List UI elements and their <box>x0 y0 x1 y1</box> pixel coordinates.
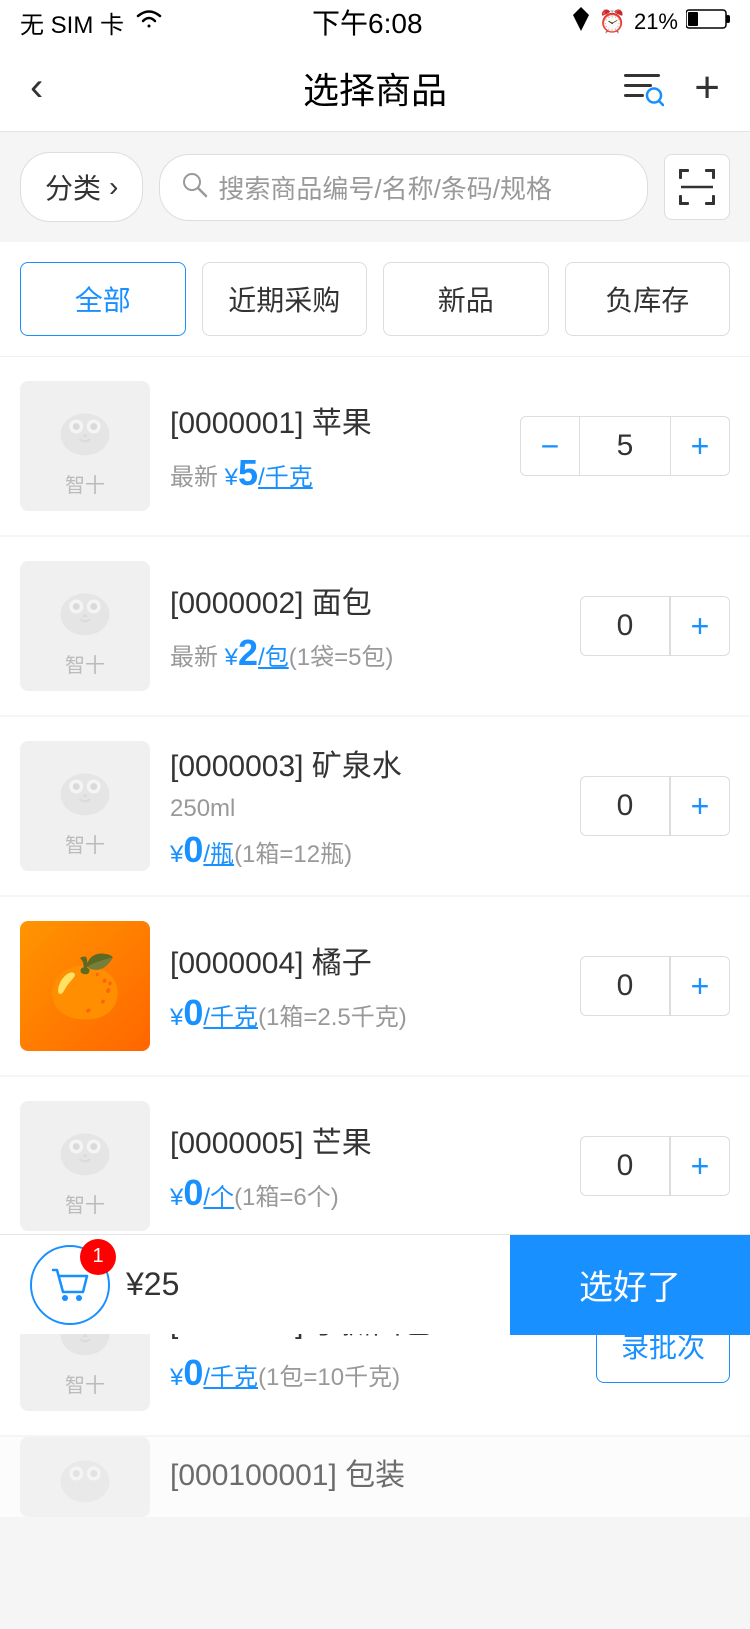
nav-right: + <box>620 63 720 113</box>
product-info: [000100001] 包装 <box>170 1450 730 1504</box>
quantity-increase-button[interactable]: + <box>670 416 730 476</box>
quantity-input[interactable] <box>580 776 670 836</box>
back-button[interactable]: ‹ <box>30 65 43 110</box>
product-spec: 250ml <box>170 795 560 823</box>
quantity-control: + <box>580 596 730 656</box>
cart-section: 1 ¥25 <box>0 1245 510 1325</box>
product-image: 智十 <box>20 741 150 871</box>
tab-recent[interactable]: 近期采购 <box>202 262 368 336</box>
tab-all[interactable]: 全部 <box>20 262 186 336</box>
product-price: 最新 ¥2/包(1袋=5包) <box>170 632 560 674</box>
quantity-input[interactable] <box>580 1136 670 1196</box>
product-image: 智十 <box>20 561 150 691</box>
sim-status: 无 SIM 卡 <box>20 5 124 40</box>
quantity-control: + <box>580 1136 730 1196</box>
product-info: [0000002] 面包 最新 ¥2/包(1袋=5包) <box>170 578 560 674</box>
quantity-decrease-button[interactable]: − <box>520 416 580 476</box>
list-item: 智十 [0000002] 面包 最新 ¥2/包(1袋=5包) + <box>0 537 750 715</box>
filter-button[interactable] <box>620 64 664 111</box>
tab-recent-label: 近期采购 <box>228 285 340 316</box>
product-price: ¥0/个(1箱=6个) <box>170 1172 560 1214</box>
nav-left: ‹ <box>30 65 43 110</box>
search-bar[interactable]: 搜索商品编号/名称/条码/规格 <box>159 154 648 221</box>
product-price: ¥0/千克(1箱=2.5千克) <box>170 992 560 1034</box>
category-label: 分类 <box>45 167 101 207</box>
quantity-control: − + <box>520 416 730 476</box>
product-image: 🍊 <box>20 921 150 1051</box>
quantity-input[interactable] <box>580 416 670 476</box>
quantity-increase-button[interactable]: + <box>670 956 730 1016</box>
list-item: 智十 [0000003] 矿泉水 250ml ¥0/瓶(1箱=12瓶) + <box>0 717 750 895</box>
add-button[interactable]: + <box>694 63 720 113</box>
product-name: [0000002] 面包 <box>170 578 560 622</box>
scan-button[interactable] <box>664 154 730 220</box>
product-info: [0000005] 芒果 ¥0/个(1箱=6个) <box>170 1118 560 1214</box>
cart-badge: 1 <box>80 1239 116 1275</box>
product-price: ¥0/瓶(1箱=12瓶) <box>170 829 560 871</box>
status-bar: 无 SIM 卡 下午6:08 ⏰ 21% <box>0 0 750 44</box>
product-image: 智十 <box>20 381 150 511</box>
tab-new[interactable]: 新品 <box>383 262 549 336</box>
tab-negative-label: 负库存 <box>605 285 689 316</box>
product-name: [000100001] 包装 <box>170 1450 730 1494</box>
product-price: 最新 ¥5/千克 <box>170 452 500 494</box>
quantity-increase-button[interactable]: + <box>670 596 730 656</box>
product-name: [0000005] 芒果 <box>170 1118 560 1162</box>
product-name: [0000004] 橘子 <box>170 938 560 982</box>
quantity-control: + <box>580 956 730 1016</box>
back-icon: ‹ <box>30 65 43 109</box>
tabs-row: 全部 近期采购 新品 负库存 <box>0 242 750 357</box>
product-list: 智十 [0000001] 苹果 最新 ¥5/千克 − + <box>0 357 750 1517</box>
search-icon <box>180 170 208 205</box>
location-icon <box>571 7 591 37</box>
product-name: [0000001] 苹果 <box>170 398 500 442</box>
cart-total: ¥25 <box>126 1266 179 1303</box>
nav-bar: ‹ 选择商品 + <box>0 44 750 132</box>
tab-new-label: 新品 <box>438 285 494 316</box>
confirm-label: 选好了 <box>579 1260 681 1309</box>
product-info: [0000003] 矿泉水 250ml ¥0/瓶(1箱=12瓶) <box>170 741 560 871</box>
search-placeholder: 搜索商品编号/名称/条码/规格 <box>218 169 552 206</box>
page-title: 选择商品 <box>303 62 447 114</box>
confirm-button[interactable]: 选好了 <box>510 1235 750 1335</box>
list-item: 智十 [0000001] 苹果 最新 ¥5/千克 − + <box>0 357 750 535</box>
product-image <box>20 1437 150 1517</box>
quantity-increase-button[interactable]: + <box>670 1136 730 1196</box>
alarm-icon: ⏰ <box>599 9 626 35</box>
scan-icon <box>677 167 717 207</box>
quantity-control: + <box>580 776 730 836</box>
filter-icon <box>620 64 664 108</box>
bottom-bar: 1 ¥25 选好了 <box>0 1234 750 1334</box>
quantity-input[interactable] <box>580 596 670 656</box>
product-name: [0000003] 矿泉水 <box>170 741 560 785</box>
list-item: [000100001] 包装 <box>0 1437 750 1517</box>
status-left: 无 SIM 卡 <box>20 5 164 40</box>
status-right: ⏰ 21% <box>571 7 730 37</box>
product-image: 智十 <box>20 1101 150 1231</box>
battery-percent: 21% <box>634 9 678 35</box>
chevron-right-icon: › <box>109 171 118 203</box>
wifi-icon <box>134 8 164 37</box>
plus-icon: + <box>694 63 720 112</box>
product-info: [0000004] 橘子 ¥0/千克(1箱=2.5千克) <box>170 938 560 1034</box>
battery-icon <box>686 8 730 36</box>
time-display: 下午6:08 <box>312 2 423 42</box>
quantity-input[interactable] <box>580 956 670 1016</box>
list-item: 🍊 [0000004] 橘子 ¥0/千克(1箱=2.5千克) + <box>0 897 750 1075</box>
list-item: 智十 [0000005] 芒果 ¥0/个(1箱=6个) + <box>0 1077 750 1255</box>
tab-negative[interactable]: 负库存 <box>565 262 731 336</box>
category-button[interactable]: 分类 › <box>20 152 143 222</box>
tab-all-label: 全部 <box>75 285 131 316</box>
product-price: ¥0/千克(1包=10千克) <box>170 1352 576 1394</box>
cart-icon-wrap[interactable]: 1 <box>30 1245 110 1325</box>
quantity-increase-button[interactable]: + <box>670 776 730 836</box>
filter-row: 分类 › 搜索商品编号/名称/条码/规格 <box>0 132 750 242</box>
product-info: [0000001] 苹果 最新 ¥5/千克 <box>170 398 500 494</box>
